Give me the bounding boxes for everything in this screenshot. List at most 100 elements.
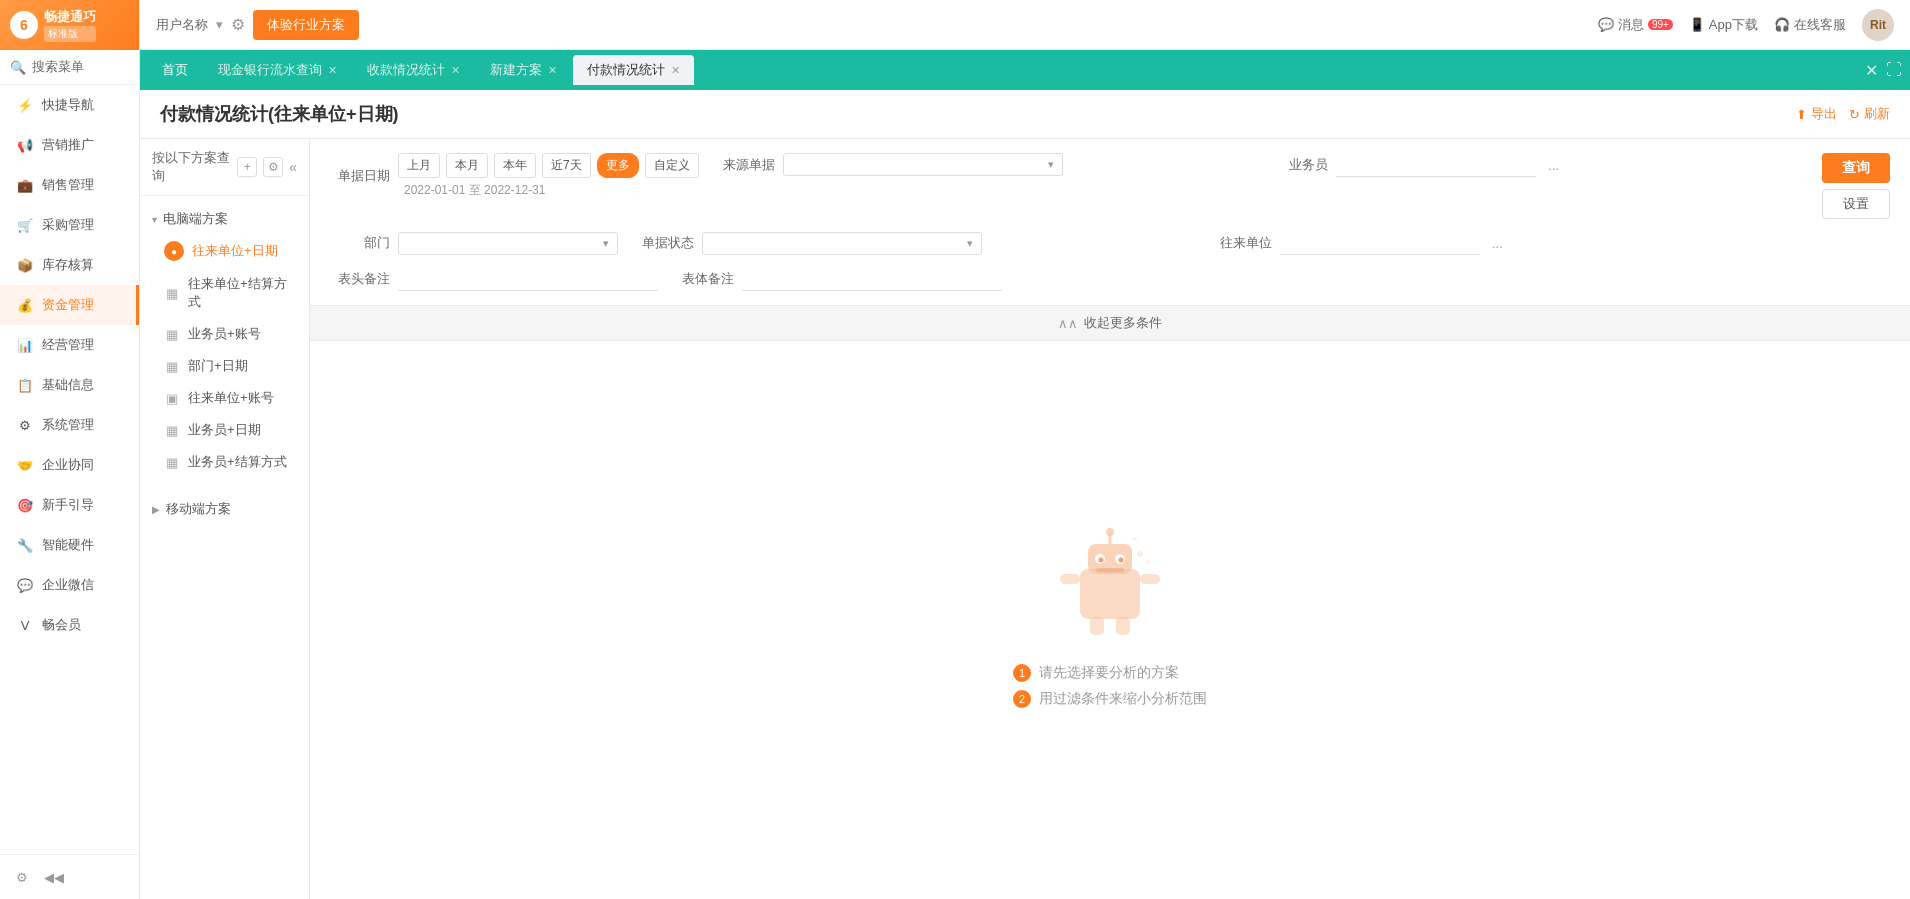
date-btn-this-month[interactable]: 本月	[446, 153, 488, 178]
scheme-item-dept-date[interactable]: ▦ 部门+日期	[140, 350, 309, 382]
sidebar-item-member[interactable]: V 畅会员	[0, 605, 139, 645]
sidebar-item-finance[interactable]: 💰 资金管理	[0, 285, 139, 325]
scheme-item-label: 业务员+账号	[188, 325, 261, 343]
scheme-item-unit-account[interactable]: ▣ 往来单位+账号	[140, 382, 309, 414]
svg-point-7	[1106, 528, 1114, 536]
page-title: 付款情况统计(往来单位+日期)	[160, 102, 399, 126]
source-label: 来源单据	[715, 156, 775, 174]
sidebar-bottom: ⚙ ◀◀	[0, 854, 139, 899]
source-dropdown-icon: ▾	[1048, 158, 1054, 171]
scheme-item-unit-date[interactable]: ● 往来单位+日期	[140, 234, 309, 268]
marketing-icon: 📢	[16, 136, 34, 154]
online-service-action[interactable]: 🎧 在线客服	[1774, 16, 1846, 34]
app-download-label: App下载	[1709, 16, 1758, 34]
svg-rect-0	[1080, 569, 1140, 619]
notifications-action[interactable]: 💬 消息 99+	[1598, 16, 1673, 34]
body-note-label: 表体备注	[674, 270, 734, 288]
svg-rect-10	[1140, 574, 1160, 584]
sidebar-item-guide[interactable]: 🎯 新手引导	[0, 485, 139, 525]
unit-dots[interactable]: ...	[1492, 236, 1503, 251]
tab-receipt-stats[interactable]: 收款情况统计 ✕	[353, 55, 474, 85]
body-note-input[interactable]	[742, 267, 1002, 291]
tab-bank-flow[interactable]: 现金银行流水查询 ✕	[204, 55, 351, 85]
refresh-btn[interactable]: ↻ 刷新	[1849, 105, 1890, 123]
sidebar-item-quick-nav[interactable]: ⚡ 快捷导航	[0, 85, 139, 125]
sidebar-item-basic-info[interactable]: 📋 基础信息	[0, 365, 139, 405]
sidebar-item-purchase[interactable]: 🛒 采购管理	[0, 205, 139, 245]
date-buttons: 上月 本月 本年 近7天 更多 自定义	[398, 153, 699, 178]
scheme-item-staff-account[interactable]: ▦ 业务员+账号	[140, 318, 309, 350]
staff-input[interactable]	[1336, 153, 1536, 177]
scheme-item-unit-settlement[interactable]: ▦ 往来单位+结算方式	[140, 268, 309, 318]
date-btn-last-month[interactable]: 上月	[398, 153, 440, 178]
tab-close-icon[interactable]: ✕	[548, 64, 557, 77]
scheme-item-icon: ▦	[164, 326, 180, 342]
export-btn[interactable]: ⬆ 导出	[1796, 105, 1837, 123]
doc-status-select[interactable]: ▾	[702, 232, 982, 255]
sidebar-item-label: 畅会员	[42, 616, 81, 634]
collapse-sidebar-icon[interactable]: ◀◀	[42, 865, 66, 889]
svg-rect-8	[1096, 568, 1124, 572]
search-menu[interactable]: 🔍 搜索菜单	[0, 50, 139, 85]
date-btn-this-year[interactable]: 本年	[494, 153, 536, 178]
sidebar-item-wechat[interactable]: 💬 企业微信	[0, 565, 139, 605]
tab-close-icon[interactable]: ✕	[671, 64, 680, 77]
quick-nav-icon: ⚡	[16, 96, 34, 114]
sidebar-item-operations[interactable]: 📊 经营管理	[0, 325, 139, 365]
sidebar-item-inventory[interactable]: 📦 库存核算	[0, 245, 139, 285]
sidebar-item-system[interactable]: ⚙ 系统管理	[0, 405, 139, 445]
header-note-input[interactable]	[398, 267, 658, 291]
query-btn[interactable]: 查询	[1822, 153, 1890, 183]
logo-icon: 6	[10, 11, 38, 39]
source-select[interactable]: ▾	[783, 153, 1063, 176]
unit-input[interactable]	[1280, 231, 1480, 255]
scheme-section-mobile-header[interactable]: ▶ 移动端方案	[140, 494, 309, 524]
sidebar-item-hardware[interactable]: 🔧 智能硬件	[0, 525, 139, 565]
tab-home[interactable]: 首页	[148, 55, 202, 85]
trial-btn[interactable]: 体验行业方案	[253, 10, 359, 40]
add-scheme-icon[interactable]: +	[237, 157, 257, 177]
date-btn-last-7-days[interactable]: 近7天	[542, 153, 591, 178]
scheme-item-staff-settlement[interactable]: ▦ 业务员+结算方式	[140, 446, 309, 478]
filter-staff-cell: 业务员 ...	[1268, 153, 1806, 177]
topbar-gear-icon[interactable]: ⚙	[231, 15, 245, 34]
dept-select[interactable]: ▾	[398, 232, 618, 255]
scheme-settings-icon[interactable]: ⚙	[263, 157, 283, 177]
tab-close-icon[interactable]: ✕	[328, 64, 337, 77]
staff-dots[interactable]: ...	[1548, 158, 1559, 173]
tab-new-scheme[interactable]: 新建方案 ✕	[476, 55, 571, 85]
avatar[interactable]: Rit	[1862, 9, 1894, 41]
user-dropdown-icon[interactable]: ▾	[216, 17, 223, 32]
scheme-panel-header: 按以下方案查询 + ⚙ «	[140, 139, 309, 196]
app-download-action[interactable]: 📱 App下载	[1689, 16, 1758, 34]
sidebar-item-label: 营销推广	[42, 136, 94, 154]
settings-bottom-icon[interactable]: ⚙	[10, 865, 34, 889]
sidebar-item-sales[interactable]: 💼 销售管理	[0, 165, 139, 205]
scheme-item-staff-date[interactable]: ▦ 业务员+日期	[140, 414, 309, 446]
expand-icon[interactable]: ⛶	[1886, 61, 1902, 79]
tab-label: 付款情况统计	[587, 61, 665, 79]
content: 付款情况统计(往来单位+日期) ⬆ 导出 ↻ 刷新 按以下方案查询 +	[140, 90, 1910, 899]
tab-close-icon[interactable]: ✕	[451, 64, 460, 77]
tabbar: 首页 现金银行流水查询 ✕ 收款情况统计 ✕ 新建方案 ✕ 付款情况统计 ✕ ✕…	[140, 50, 1910, 90]
dept-dropdown-icon: ▾	[603, 237, 609, 250]
sidebar-item-marketing[interactable]: 📢 营销推广	[0, 125, 139, 165]
date-btn-more[interactable]: 更多	[597, 153, 639, 178]
date-btn-custom[interactable]: 自定义	[645, 153, 699, 178]
date-label: 单据日期	[330, 167, 390, 185]
sidebar-item-label: 企业微信	[42, 576, 94, 594]
scheme-section-pc-header[interactable]: ▾ 电脑端方案	[140, 204, 309, 234]
sidebar-item-label: 快捷导航	[42, 96, 94, 114]
filter-settings-btn[interactable]: 设置	[1822, 189, 1890, 219]
close-all-tabs-icon[interactable]: ✕	[1865, 61, 1878, 80]
scheme-collapse-icon[interactable]: «	[289, 159, 297, 175]
section-label: 移动端方案	[166, 500, 231, 518]
sidebar-item-enterprise[interactable]: 🤝 企业协同	[0, 445, 139, 485]
hardware-icon: 🔧	[16, 536, 34, 554]
hint-item-1: 1 请先选择要分析的方案	[1013, 664, 1207, 682]
doc-status-label: 单据状态	[634, 234, 694, 252]
refresh-label: 刷新	[1864, 105, 1890, 123]
notifications-badge: 99+	[1648, 19, 1673, 30]
collapse-bar[interactable]: ∧∧ 收起更多条件	[310, 306, 1910, 341]
tab-payment-stats[interactable]: 付款情况统计 ✕	[573, 55, 694, 85]
